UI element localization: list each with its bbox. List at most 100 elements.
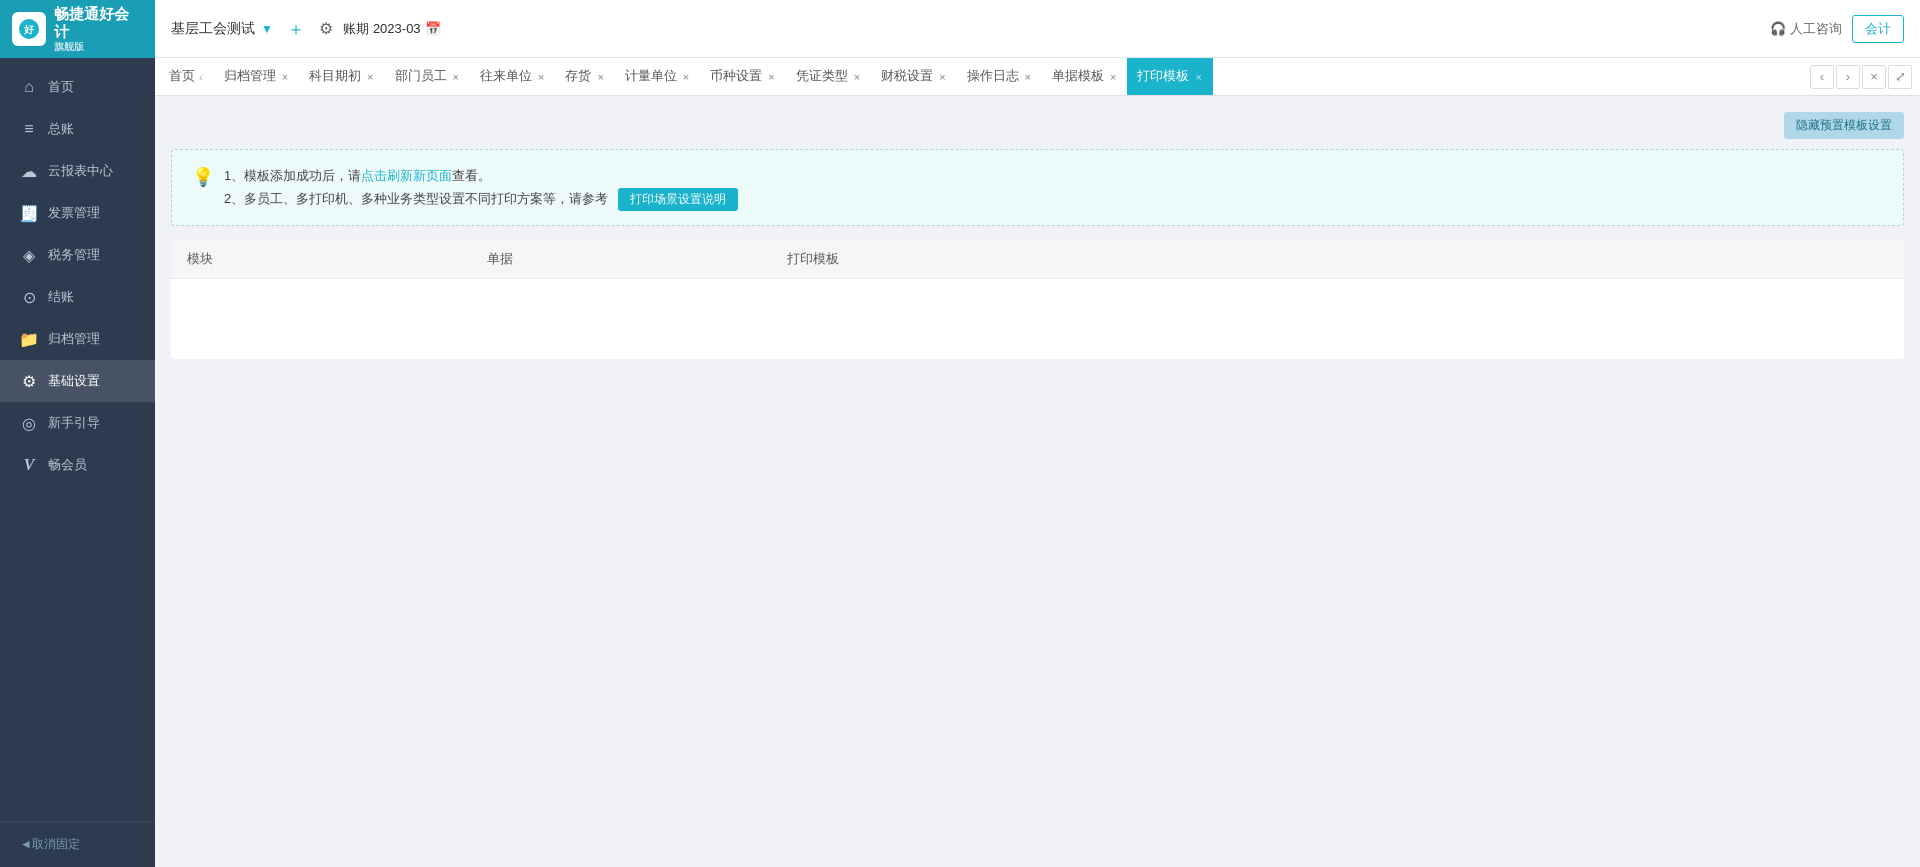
archive-icon: 📁 — [20, 330, 38, 348]
tab-label: 部门员工 — [395, 68, 447, 85]
sidebar-item-basic[interactable]: ⚙ 基础设置 — [0, 360, 155, 402]
kuaiji-button[interactable]: 会计 — [1852, 15, 1904, 43]
sidebar-item-close[interactable]: ⊙ 结账 — [0, 276, 155, 318]
sidebar-item-invoice[interactable]: 🧾 发票管理 — [0, 192, 155, 234]
sidebar-item-archive[interactable]: 📁 归档管理 — [0, 318, 155, 360]
company-name: 基层工会测试 — [171, 20, 255, 38]
tab-oplog[interactable]: 操作日志 × — [957, 58, 1042, 96]
company-dropdown-icon: ▼ — [261, 22, 273, 36]
tab-label: 单据模板 — [1052, 68, 1104, 85]
main-area: 基层工会测试 ▼ ＋ ⚙ 账期 2023-03 📅 🎧 人工咨询 会计 首页 ‹… — [155, 0, 1920, 867]
tab-nav-left-icon: ‹ — [199, 71, 203, 83]
add-company-button[interactable]: ＋ — [283, 17, 309, 41]
tab-printtempl[interactable]: 打印模板 × — [1127, 58, 1212, 96]
notice-bulb-icon: 💡 — [192, 166, 214, 188]
period-display: 账期 2023-03 📅 — [343, 20, 441, 38]
topbar: 基层工会测试 ▼ ＋ ⚙ 账期 2023-03 📅 🎧 人工咨询 会计 — [155, 0, 1920, 58]
company-selector[interactable]: 基层工会测试 ▼ — [171, 20, 273, 38]
tab-label: 打印模板 — [1137, 68, 1189, 85]
tab-close-icon[interactable]: × — [683, 71, 689, 83]
notice-line2: 2、多员工、多打印机、多种业务类型设置不同打印方案等，请参考 打印场景设置说明 — [224, 187, 738, 211]
print-template-table: 模块 单据 打印模板 — [171, 240, 1904, 359]
basic-settings-icon: ⚙ — [20, 372, 38, 390]
tab-close-icon[interactable]: × — [597, 71, 603, 83]
tab-billtempl[interactable]: 单据模板 × — [1042, 58, 1127, 96]
tab-measure[interactable]: 计量单位 × — [615, 58, 700, 96]
unpin-label: ◄取消固定 — [20, 836, 80, 853]
logo-icon: 好 — [12, 12, 46, 46]
hide-template-button[interactable]: 隐藏预置模板设置 — [1784, 112, 1904, 139]
tab-close-icon[interactable]: × — [367, 71, 373, 83]
tax-icon: ◈ — [20, 246, 38, 264]
tab-taxset[interactable]: 财税设置 × — [871, 58, 956, 96]
tabs-controls: ‹ › × ⤢ — [1810, 65, 1916, 89]
tab-archive[interactable]: 归档管理 × — [214, 58, 299, 96]
sidebar-item-reports[interactable]: ☁ 云报表中心 — [0, 150, 155, 192]
sidebar-item-label: 结账 — [48, 288, 74, 306]
sidebar-item-label: 发票管理 — [48, 204, 100, 222]
tab-label: 存货 — [565, 68, 591, 85]
reports-icon: ☁ — [20, 162, 38, 180]
tab-close-icon[interactable]: × — [854, 71, 860, 83]
tab-stock[interactable]: 存货 × — [555, 58, 614, 96]
tab-close-icon[interactable]: × — [1025, 71, 1031, 83]
col-template: 打印模板 — [771, 240, 1904, 278]
logo-text: 畅捷通好会计 旗舰版 — [54, 5, 143, 53]
tab-label: 凭证类型 — [796, 68, 848, 85]
tab-label: 币种设置 — [710, 68, 762, 85]
tab-currency[interactable]: 币种设置 × — [700, 58, 785, 96]
tabs-maximize-button[interactable]: ⤢ — [1888, 65, 1912, 89]
sidebar-item-guide[interactable]: ◎ 新手引导 — [0, 402, 155, 444]
svg-text:好: 好 — [23, 24, 35, 35]
notice-line1-prefix: 1、模板添加成功后，请 — [224, 168, 361, 183]
sidebar-item-label: 总账 — [48, 120, 74, 138]
notice-box: 💡 1、模板添加成功后，请点击刷新新页面查看。 2、多员工、多打印机、多种业务类… — [171, 149, 1904, 226]
home-tab-label: 首页 — [169, 68, 195, 85]
table-body — [171, 279, 1904, 359]
table-header: 模块 单据 打印模板 — [171, 240, 1904, 279]
support-button[interactable]: 🎧 人工咨询 — [1770, 20, 1842, 38]
tab-close-icon[interactable]: × — [1110, 71, 1116, 83]
tab-close-icon[interactable]: × — [453, 71, 459, 83]
sidebar-unpin-button[interactable]: ◄取消固定 — [0, 821, 155, 867]
tab-label: 科目期初 — [309, 68, 361, 85]
sidebar-item-ledger[interactable]: ≡ 总账 — [0, 108, 155, 150]
settings-icon[interactable]: ⚙ — [319, 19, 333, 38]
support-label: 人工咨询 — [1790, 20, 1842, 38]
logo-name: 畅捷通好会计 — [54, 5, 143, 41]
logo-sub: 旗舰版 — [54, 41, 143, 53]
tab-voucher[interactable]: 凭证类型 × — [786, 58, 871, 96]
tab-close-icon[interactable]: × — [768, 71, 774, 83]
tabs-close-all-button[interactable]: × — [1862, 65, 1886, 89]
tab-close-icon[interactable]: × — [282, 71, 288, 83]
close-accounts-icon: ⊙ — [20, 288, 38, 306]
sidebar-item-label: 首页 — [48, 78, 74, 96]
invoice-icon: 🧾 — [20, 204, 38, 222]
notice-line1-suffix: 查看。 — [452, 168, 491, 183]
sidebar-item-home[interactable]: ⌂ 首页 — [0, 66, 155, 108]
period-value: 2023-03 — [373, 21, 421, 36]
sidebar-nav: ⌂ 首页 ≡ 总账 ☁ 云报表中心 🧾 发票管理 ◈ 税务管理 ⊙ 结账 📁 归… — [0, 58, 155, 821]
sidebar-item-tax[interactable]: ◈ 税务管理 — [0, 234, 155, 276]
tabs-scroll-left-button[interactable]: ‹ — [1810, 65, 1834, 89]
tab-dept[interactable]: 部门员工 × — [385, 58, 470, 96]
notice-refresh-link[interactable]: 点击刷新新页面 — [361, 168, 452, 183]
tabs-scroll-right-button[interactable]: › — [1836, 65, 1860, 89]
tab-close-icon[interactable]: × — [939, 71, 945, 83]
home-icon: ⌂ — [20, 78, 38, 96]
sidebar-item-member[interactable]: V 畅会员 — [0, 444, 155, 486]
explain-button[interactable]: 打印场景设置说明 — [618, 188, 738, 211]
tab-close-icon[interactable]: × — [1195, 71, 1201, 83]
tab-label: 计量单位 — [625, 68, 677, 85]
ledger-icon: ≡ — [20, 120, 38, 138]
tab-close-icon[interactable]: × — [538, 71, 544, 83]
tab-partner[interactable]: 往来单位 × — [470, 58, 555, 96]
sidebar-item-label: 基础设置 — [48, 372, 100, 390]
period-label: 账期 — [343, 20, 369, 38]
tab-subject[interactable]: 科目期初 × — [299, 58, 384, 96]
calendar-icon[interactable]: 📅 — [425, 21, 441, 36]
content-area: 隐藏预置模板设置 💡 1、模板添加成功后，请点击刷新新页面查看。 2、多员工、多… — [155, 96, 1920, 867]
tab-home[interactable]: 首页 ‹ — [159, 58, 214, 96]
col-document: 单据 — [471, 240, 771, 278]
notice-line2-prefix: 2、多员工、多打印机、多种业务类型设置不同打印方案等，请参考 — [224, 191, 608, 206]
